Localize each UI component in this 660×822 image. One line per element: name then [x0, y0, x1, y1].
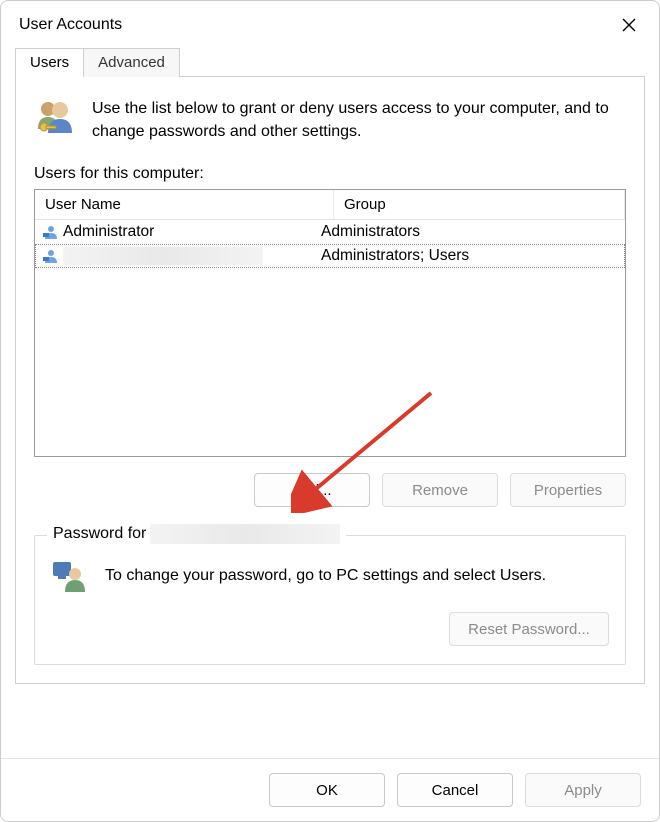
password-legend-prefix: Password for	[53, 525, 146, 543]
user-group-cell: Administrators	[313, 220, 625, 244]
user-icon	[43, 248, 59, 264]
user-name-cell-redacted	[63, 247, 263, 265]
tab-users[interactable]: Users	[15, 48, 84, 77]
apply-button[interactable]: Apply	[525, 773, 641, 807]
user-row[interactable]: Administrators; Users	[35, 244, 625, 268]
tabstrip: Users Advanced	[15, 47, 645, 77]
list-header: User Name Group	[35, 190, 625, 220]
dialog-footer: OK Cancel Apply	[1, 758, 659, 821]
window-title: User Accounts	[19, 16, 122, 34]
properties-button[interactable]: Properties	[510, 473, 626, 507]
password-groupbox-legend: Password for	[47, 524, 346, 544]
close-button[interactable]	[615, 11, 643, 39]
users-list-label: Users for this computer:	[34, 165, 626, 183]
password-legend-username-redacted	[150, 524, 340, 544]
users-listbox[interactable]: User Name Group Administrator Administra…	[34, 189, 626, 457]
titlebar: User Accounts	[1, 1, 659, 47]
users-panel: Use the list below to grant or deny user…	[15, 76, 645, 684]
intro-text: Use the list below to grant or deny user…	[92, 97, 626, 143]
ok-button[interactable]: OK	[269, 773, 385, 807]
column-header-username[interactable]: User Name	[35, 190, 334, 219]
password-user-icon	[51, 558, 87, 594]
user-accounts-window: User Accounts Users Advanced Use the lis…	[0, 0, 660, 822]
user-name-cell: Administrator	[63, 223, 154, 241]
user-group-cell: Administrators; Users	[313, 244, 625, 268]
password-instruction-text: To change your password, go to PC settin…	[105, 567, 546, 585]
add-button[interactable]: Add...	[254, 473, 370, 507]
users-keys-icon	[34, 97, 74, 137]
password-groupbox: Password for To change your password, go…	[34, 535, 626, 665]
user-icon	[43, 224, 59, 240]
reset-password-button[interactable]: Reset Password...	[449, 612, 609, 646]
user-row[interactable]: Administrator Administrators	[35, 220, 625, 244]
remove-button[interactable]: Remove	[382, 473, 498, 507]
close-icon	[622, 18, 636, 32]
column-header-group[interactable]: Group	[334, 190, 625, 219]
tab-advanced[interactable]: Advanced	[83, 48, 180, 77]
cancel-button[interactable]: Cancel	[397, 773, 513, 807]
